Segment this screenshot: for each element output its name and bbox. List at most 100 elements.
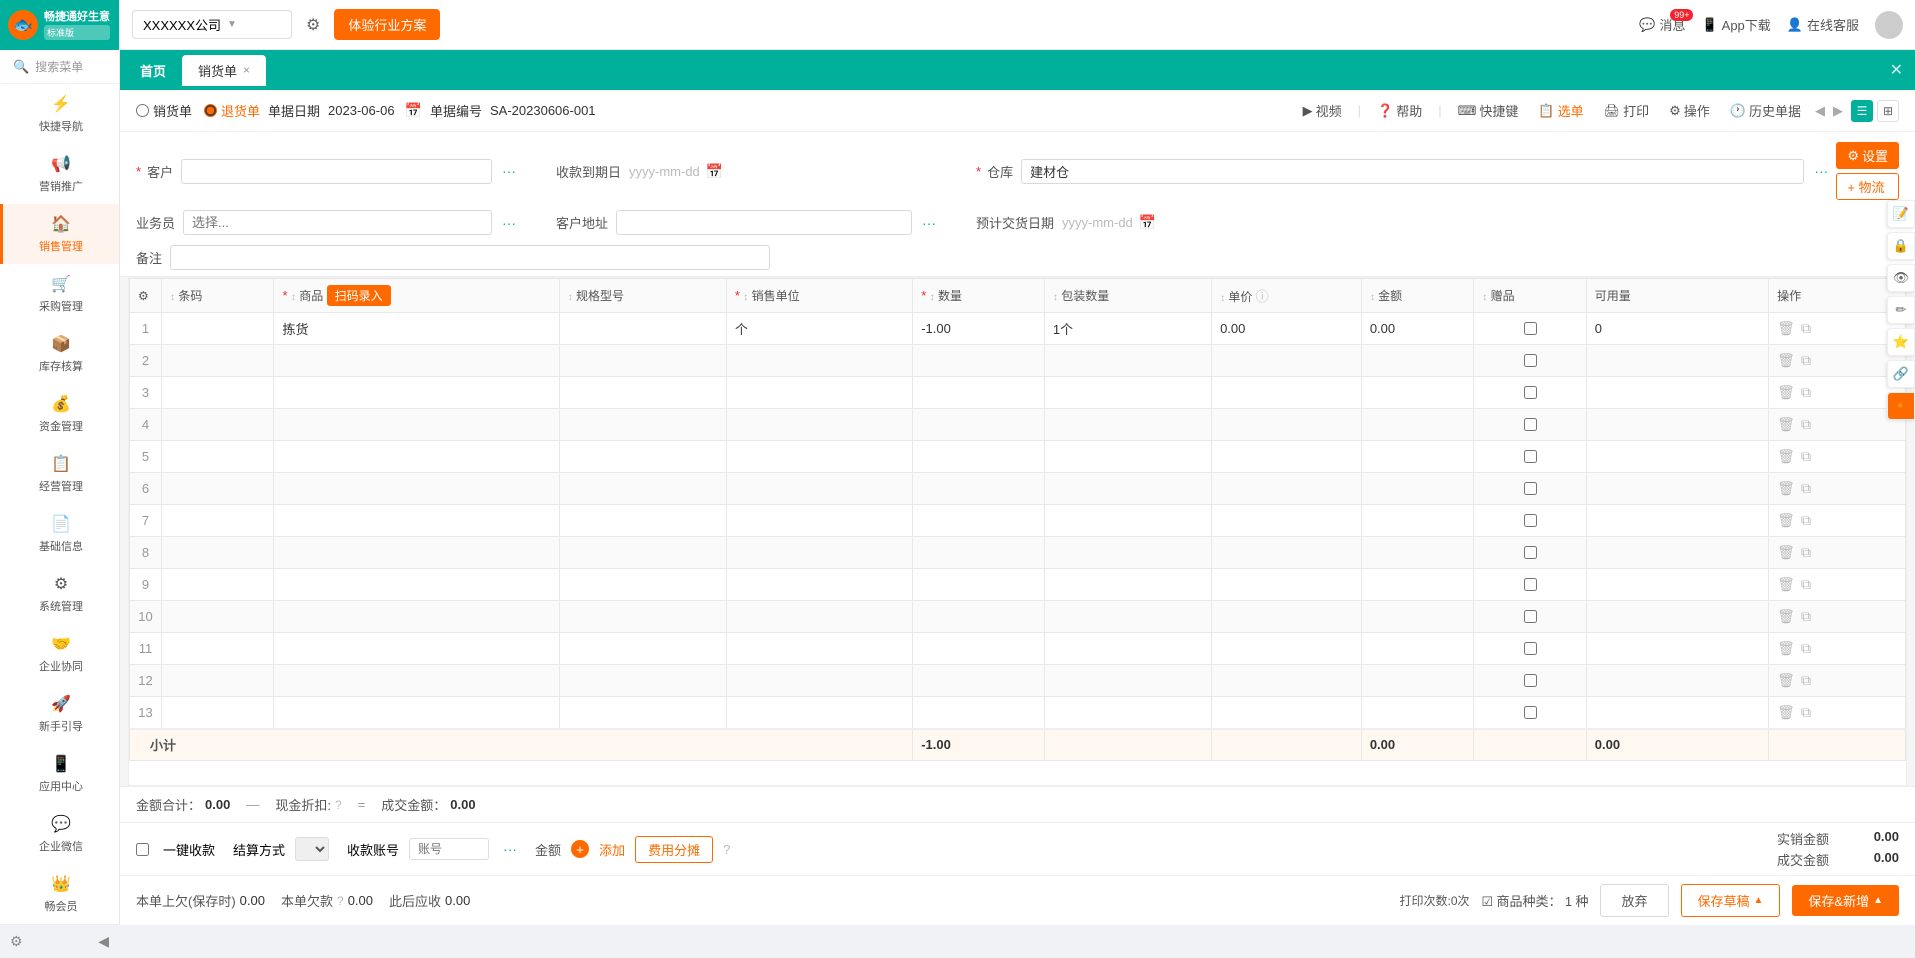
rt-star-btn[interactable]: ⭐ [1887,328,1915,356]
sidebar-item-beginner[interactable]: 🚀 新手引导 [0,684,119,744]
close-all-tabs-icon[interactable]: ✕ [1882,60,1911,80]
customer-address-input[interactable] [616,210,912,235]
print-btn[interactable]: 🖨 打印 [1598,98,1656,123]
due-date-calendar-icon[interactable]: 📅 [706,163,723,180]
cell-qty[interactable]: -1.00 [913,313,1045,345]
delete-row-icon[interactable]: 🗑 [1777,448,1795,465]
cell-pkg-qty[interactable] [1044,569,1211,601]
copy-row-icon[interactable]: ⧉ [1801,704,1811,721]
online-service-btn[interactable]: 👤 在线客服 [1787,15,1859,34]
cell-qty[interactable] [913,409,1045,441]
cell-pkg-qty[interactable] [1044,601,1211,633]
cell-unit[interactable] [726,697,912,729]
save-new-arrow-icon[interactable]: ▲ [1873,895,1883,906]
operate-btn[interactable]: ⚙ 操作 [1663,98,1716,123]
delete-row-icon[interactable]: 🗑 [1777,416,1795,433]
cell-pkg-qty[interactable] [1044,505,1211,537]
help-btn[interactable]: ❓ 帮助 [1371,98,1428,123]
cell-unit[interactable]: 个 [726,313,912,345]
warehouse-more-icon[interactable]: ··· [1814,163,1828,179]
sidebar-collapse-icon[interactable]: ◀ [98,933,109,950]
cell-price[interactable]: 0.00 [1212,313,1362,345]
cell-gift[interactable] [1474,697,1586,729]
delete-row-icon[interactable]: 🗑 [1777,352,1795,369]
cell-gift[interactable] [1474,569,1586,601]
cell-barcode[interactable] [162,537,274,569]
cell-unit[interactable] [726,601,912,633]
copy-row-icon[interactable]: ⧉ [1801,448,1811,465]
cell-gift[interactable] [1474,409,1586,441]
cell-gift[interactable] [1474,601,1586,633]
sidebar-item-vip[interactable]: 👑 畅会员 [0,864,119,924]
cell-gift[interactable] [1474,345,1586,377]
cell-unit[interactable] [726,409,912,441]
cell-unit[interactable] [726,473,912,505]
cell-pkg-qty[interactable] [1044,409,1211,441]
delete-row-icon[interactable]: 🗑 [1777,544,1795,561]
trial-btn[interactable]: 体验行业方案 [334,9,440,40]
cell-product[interactable] [274,377,559,409]
cell-product[interactable] [274,505,559,537]
customer-address-more-icon[interactable]: ··· [922,215,936,231]
cell-qty[interactable] [913,569,1045,601]
list-view-icon[interactable]: ☰ [1851,100,1873,122]
cell-qty[interactable] [913,537,1045,569]
account-more-icon[interactable]: ··· [503,841,517,857]
cell-spec[interactable] [559,313,726,345]
sidebar-settings-icon[interactable]: ⚙ [10,933,23,950]
cell-gift[interactable] [1474,473,1586,505]
cell-price[interactable] [1212,569,1362,601]
cell-barcode[interactable] [162,601,274,633]
cell-pkg-qty[interactable] [1044,697,1211,729]
cell-product[interactable] [274,697,559,729]
sidebar-item-enterprise[interactable]: 🤝 企业协同 [0,624,119,684]
cell-unit[interactable] [726,569,912,601]
cell-amount[interactable] [1361,569,1473,601]
rt-edit-btn[interactable]: ✏ [1887,296,1915,324]
company-selector[interactable]: XXXXXX公司 ▼ [132,10,292,39]
cell-amount[interactable] [1361,601,1473,633]
cell-price[interactable] [1212,697,1362,729]
copy-row-icon[interactable]: ⧉ [1801,672,1811,689]
sidebar-item-marketing[interactable]: 📢 营销推广 [0,144,119,204]
copy-row-icon[interactable]: ⧉ [1801,352,1811,369]
customer-input[interactable] [181,159,492,184]
cell-product[interactable] [274,601,559,633]
cell-spec[interactable] [559,633,726,665]
cell-unit[interactable] [726,505,912,537]
grid-view-icon[interactable]: ⊞ [1877,100,1899,122]
video-btn[interactable]: ▶ 视频 [1297,98,1348,123]
save-draft-arrow-icon[interactable]: ▲ [1754,895,1764,906]
copy-row-icon[interactable]: ⧉ [1801,608,1811,625]
cell-amount[interactable] [1361,473,1473,505]
cell-gift[interactable] [1474,633,1586,665]
cell-qty[interactable] [913,473,1045,505]
copy-row-icon[interactable]: ⧉ [1801,640,1811,657]
cell-pkg-qty[interactable] [1044,537,1211,569]
cell-qty[interactable] [913,441,1045,473]
settings-btn[interactable]: ⚙ 设置 [1836,142,1899,169]
delivery-date-calendar-icon[interactable]: 📅 [1139,214,1156,231]
cell-qty[interactable] [913,345,1045,377]
cell-amount[interactable] [1361,633,1473,665]
rt-lock-btn[interactable]: 🔒 [1887,232,1915,260]
copy-row-icon[interactable]: ⧉ [1801,576,1811,593]
cell-price[interactable] [1212,377,1362,409]
cell-price[interactable] [1212,409,1362,441]
expense-help-icon[interactable]: ? [723,842,730,857]
settings-gear-icon[interactable]: ⚙ [302,11,324,39]
sidebar-item-system-mgmt[interactable]: ⚙ 系统管理 [0,564,119,624]
rt-link-btn[interactable]: 🔗 [1887,360,1915,388]
cell-amount[interactable] [1361,409,1473,441]
date-calendar-icon[interactable]: 📅 [405,102,422,119]
cell-spec[interactable] [559,345,726,377]
user-avatar[interactable] [1875,11,1903,39]
cell-amount[interactable] [1361,697,1473,729]
copy-row-icon[interactable]: ⧉ [1801,512,1811,529]
cell-barcode[interactable] [162,505,274,537]
cell-gift[interactable] [1474,441,1586,473]
delete-row-icon[interactable]: 🗑 [1777,320,1795,337]
salesperson-input[interactable] [183,210,492,235]
cell-product[interactable] [274,441,559,473]
delete-row-icon[interactable]: 🗑 [1777,480,1795,497]
